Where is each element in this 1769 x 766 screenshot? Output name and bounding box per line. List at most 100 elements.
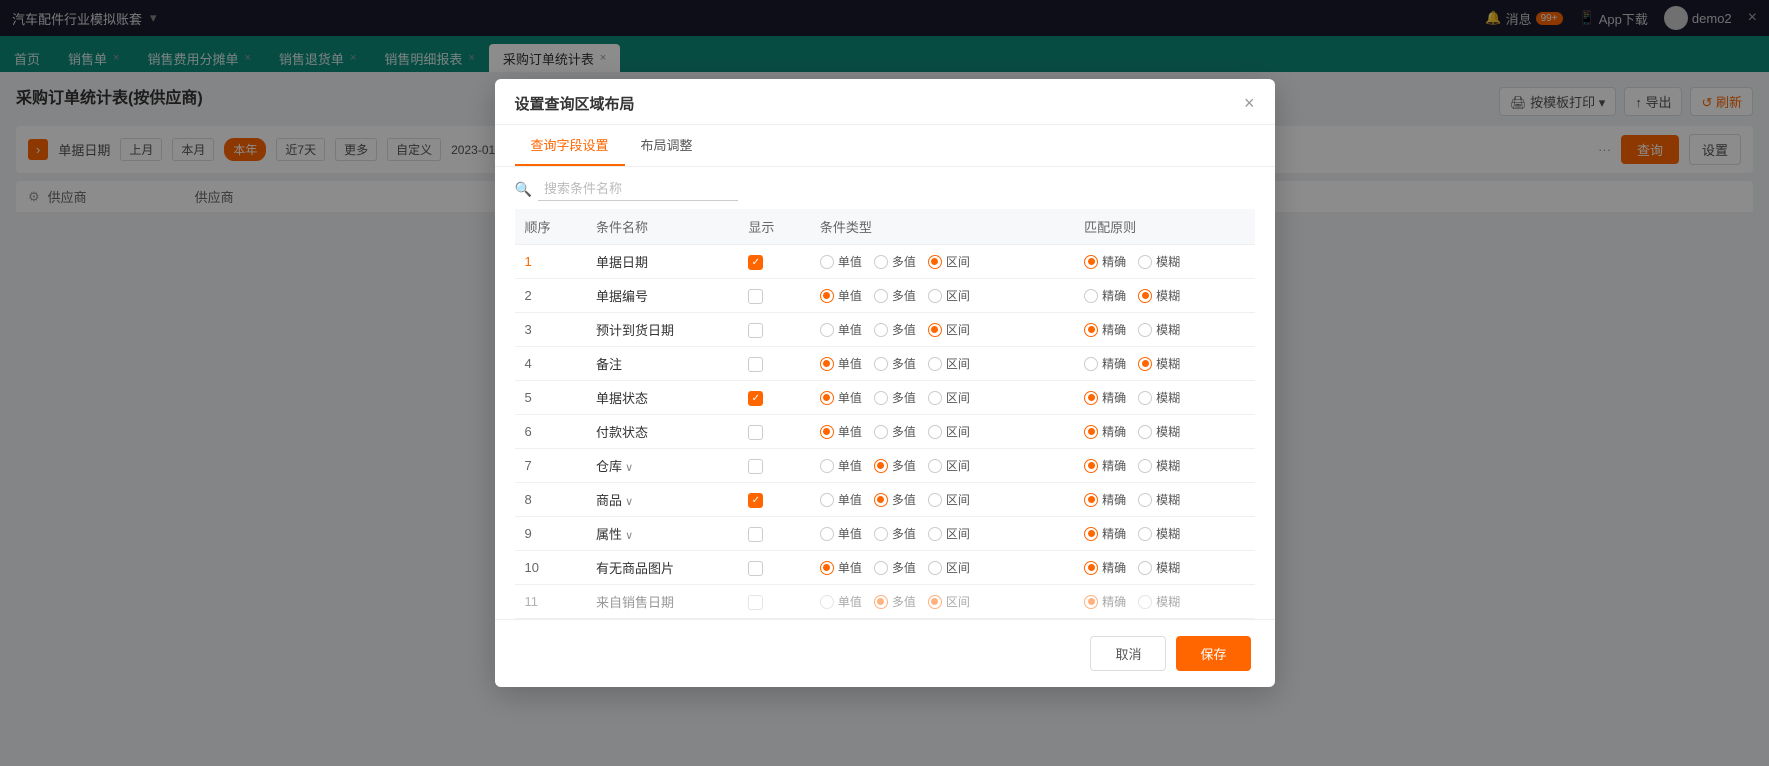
show-cell[interactable]: [738, 415, 810, 449]
type-radio-item[interactable]: 多值: [874, 321, 916, 338]
match-radio-item[interactable]: 精确: [1084, 525, 1126, 542]
type-radio-item[interactable]: 多值: [874, 525, 916, 542]
table-row: 9属性 ∨单值多值区间精确模糊: [515, 517, 1255, 551]
match-radio-item[interactable]: 精确: [1084, 423, 1126, 440]
show-cell[interactable]: [738, 245, 810, 279]
show-checkbox[interactable]: [748, 391, 763, 406]
type-radio-item[interactable]: 多值: [874, 355, 916, 372]
match-radio-item[interactable]: 模糊: [1138, 321, 1180, 338]
show-cell[interactable]: [738, 449, 810, 483]
match-radio-item[interactable]: 精确: [1084, 559, 1126, 576]
type-radio-item[interactable]: 区间: [928, 491, 970, 508]
show-checkbox[interactable]: [748, 527, 763, 542]
match-radio-item[interactable]: 精确: [1084, 321, 1126, 338]
show-cell[interactable]: [738, 279, 810, 313]
match-radio-item[interactable]: 模糊: [1138, 253, 1180, 270]
show-cell[interactable]: [738, 483, 810, 517]
cancel-button[interactable]: 取消: [1090, 636, 1166, 671]
radio-label: 区间: [946, 321, 970, 338]
match-radio-item[interactable]: 精确: [1084, 389, 1126, 406]
type-radio-item[interactable]: 区间: [928, 355, 970, 372]
radio-label: 区间: [946, 389, 970, 406]
match-radio-item[interactable]: 模糊: [1138, 457, 1180, 474]
match-cell: 精确模糊: [1074, 517, 1254, 551]
save-button[interactable]: 保存: [1176, 636, 1250, 671]
match-radio-item[interactable]: 精确: [1084, 593, 1126, 610]
match-radio-item[interactable]: 模糊: [1138, 525, 1180, 542]
type-radio-item[interactable]: 区间: [928, 559, 970, 576]
show-cell[interactable]: [738, 585, 810, 619]
type-radio-item[interactable]: 单值: [820, 423, 862, 440]
radio-circle-icon: [820, 391, 834, 405]
type-radio-item[interactable]: 区间: [928, 321, 970, 338]
match-radio-item[interactable]: 模糊: [1138, 593, 1180, 610]
type-radio-item[interactable]: 单值: [820, 287, 862, 304]
seq-cell: 8: [515, 483, 587, 517]
show-checkbox[interactable]: [748, 255, 763, 270]
radio-label: 单值: [838, 253, 862, 270]
show-checkbox[interactable]: [748, 561, 763, 576]
match-radio-label: 模糊: [1156, 559, 1180, 576]
type-radio-item[interactable]: 多值: [874, 253, 916, 270]
type-radio-item[interactable]: 单值: [820, 321, 862, 338]
type-radio-item[interactable]: 单值: [820, 593, 862, 610]
type-radio-item[interactable]: 区间: [928, 287, 970, 304]
type-radio-item[interactable]: 多值: [874, 593, 916, 610]
match-radio-item[interactable]: 模糊: [1138, 287, 1180, 304]
type-radio-item[interactable]: 区间: [928, 389, 970, 406]
type-radio-item[interactable]: 多值: [874, 457, 916, 474]
type-radio-item[interactable]: 区间: [928, 423, 970, 440]
modal-close-button[interactable]: ×: [1244, 93, 1255, 114]
radio-circle-icon: [1138, 255, 1152, 269]
search-input[interactable]: [538, 177, 738, 201]
match-radio-item[interactable]: 精确: [1084, 457, 1126, 474]
match-radio-item[interactable]: 精确: [1084, 491, 1126, 508]
match-radio-item[interactable]: 模糊: [1138, 423, 1180, 440]
modal-tab-layout[interactable]: 布局调整: [625, 125, 709, 166]
match-radio-item[interactable]: 精确: [1084, 253, 1126, 270]
show-checkbox[interactable]: [748, 289, 763, 304]
type-radio-item[interactable]: 单值: [820, 457, 862, 474]
show-checkbox[interactable]: [748, 459, 763, 474]
match-radio-item[interactable]: 模糊: [1138, 559, 1180, 576]
name-cell: 有无商品图片: [586, 551, 738, 585]
match-radio-item[interactable]: 模糊: [1138, 355, 1180, 372]
match-radio-item[interactable]: 模糊: [1138, 389, 1180, 406]
radio-label: 多值: [892, 389, 916, 406]
modal-tab-query-fields[interactable]: 查询字段设置: [515, 125, 625, 166]
type-radio-item[interactable]: 区间: [928, 593, 970, 610]
show-cell[interactable]: [738, 551, 810, 585]
type-cell: 单值多值区间: [810, 279, 1074, 313]
show-checkbox[interactable]: [748, 357, 763, 372]
type-radio-item[interactable]: 单值: [820, 525, 862, 542]
type-radio-item[interactable]: 区间: [928, 457, 970, 474]
match-radio-item[interactable]: 精确: [1084, 287, 1126, 304]
type-radio-item[interactable]: 单值: [820, 389, 862, 406]
radio-label: 单值: [838, 321, 862, 338]
type-radio-item[interactable]: 单值: [820, 491, 862, 508]
type-radio-item[interactable]: 单值: [820, 559, 862, 576]
type-radio-item[interactable]: 多值: [874, 559, 916, 576]
radio-circle-icon: [928, 459, 942, 473]
show-checkbox[interactable]: [748, 425, 763, 440]
show-cell[interactable]: [738, 517, 810, 551]
type-radio-item[interactable]: 区间: [928, 253, 970, 270]
modal-search-row: 🔍: [495, 167, 1275, 201]
show-checkbox[interactable]: [748, 595, 763, 610]
match-radio-item[interactable]: 模糊: [1138, 491, 1180, 508]
type-radio-item[interactable]: 多值: [874, 389, 916, 406]
type-radio-item[interactable]: 多值: [874, 287, 916, 304]
type-radio-item[interactable]: 多值: [874, 491, 916, 508]
show-checkbox[interactable]: [748, 493, 763, 508]
type-radio-item[interactable]: 多值: [874, 423, 916, 440]
type-radio-item[interactable]: 区间: [928, 525, 970, 542]
radio-label: 多值: [892, 491, 916, 508]
type-radio-item[interactable]: 单值: [820, 253, 862, 270]
type-radio-item[interactable]: 单值: [820, 355, 862, 372]
radio-circle-icon: [928, 289, 942, 303]
show-cell[interactable]: [738, 381, 810, 415]
show-cell[interactable]: [738, 313, 810, 347]
show-checkbox[interactable]: [748, 323, 763, 338]
match-radio-item[interactable]: 精确: [1084, 355, 1126, 372]
show-cell[interactable]: [738, 347, 810, 381]
